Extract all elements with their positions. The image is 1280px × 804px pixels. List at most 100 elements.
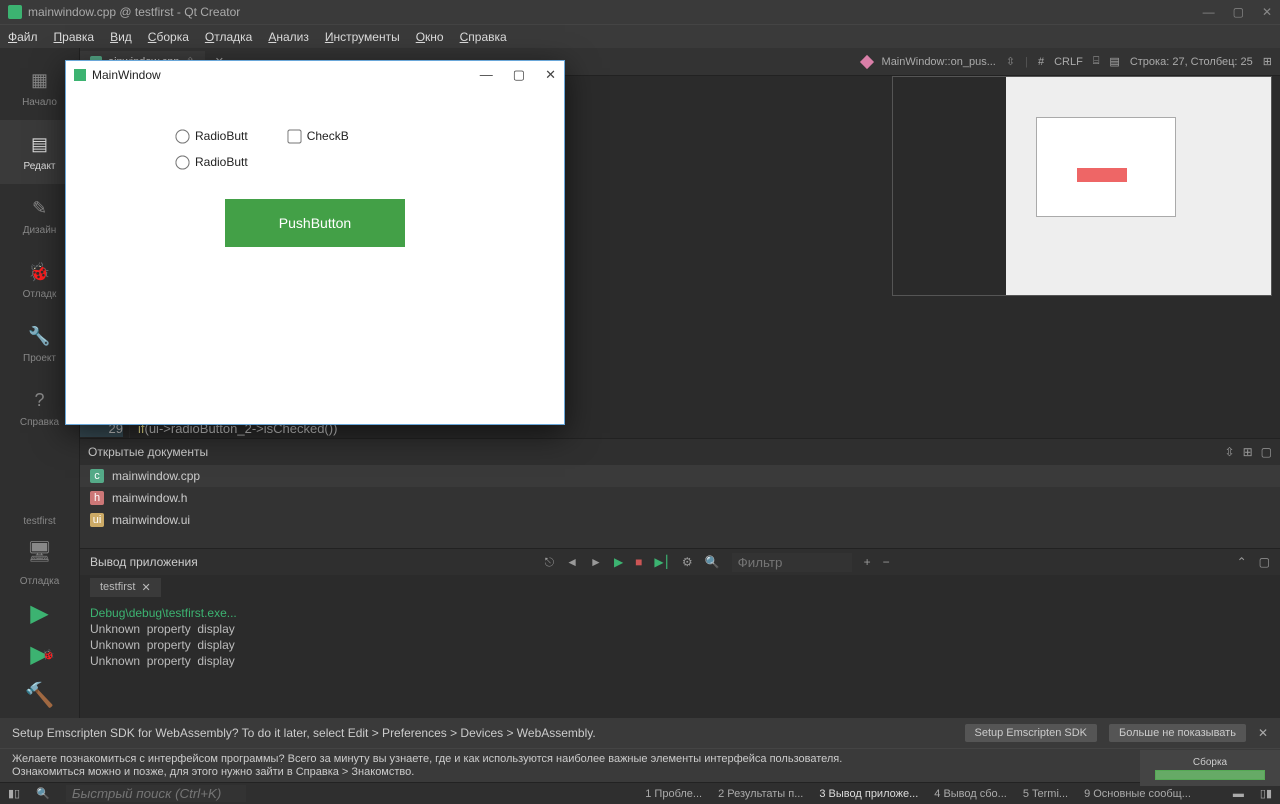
menu-view[interactable]: Вид xyxy=(110,30,132,44)
output-tab-5[interactable]: 5 Termi... xyxy=(1023,788,1068,800)
setup-sdk-button[interactable]: Setup Emscripten SDK xyxy=(965,724,1098,742)
menu-help[interactable]: Справка xyxy=(460,30,507,44)
search-icon: 🔍 xyxy=(36,787,50,800)
output-tab-9[interactable]: 9 Основные сообщ... xyxy=(1084,788,1191,800)
dialog-titlebar[interactable]: MainWindow — ▢ ✕ xyxy=(66,61,564,89)
menu-edit[interactable]: Правка xyxy=(54,30,95,44)
output-title: Вывод приложения xyxy=(90,555,198,569)
remove-icon[interactable]: − xyxy=(883,555,890,569)
attach-icon[interactable]: ⎋ xyxy=(545,555,555,570)
kit-selector: testfirst 🖥 Отладка ▶ ▶🐞 🔨 xyxy=(20,516,60,710)
right-sidebar-toggle-icon[interactable]: ▯▮ xyxy=(1260,787,1272,800)
menu-window[interactable]: Окно xyxy=(416,30,444,44)
breadcrumb[interactable]: MainWindow::on_pus... xyxy=(882,56,996,68)
next-icon[interactable]: ► xyxy=(590,555,602,569)
notice-tour: Желаете познакомиться с интерфейсом прог… xyxy=(0,748,1280,782)
open-doc-row[interactable]: hmainwindow.h xyxy=(80,487,1280,509)
open-docs-title: Открытые документы xyxy=(88,445,208,459)
output-toggle-icon[interactable]: ▬ xyxy=(1233,788,1244,800)
maximize-icon[interactable]: ▢ xyxy=(1233,5,1244,19)
menu-analyze[interactable]: Анализ xyxy=(268,30,309,44)
debug-run-icon[interactable]: ▶🐞 xyxy=(30,640,48,669)
prev-icon[interactable]: ◄ xyxy=(566,555,578,569)
menu-build[interactable]: Сборка xyxy=(148,30,189,44)
file-icon: ui xyxy=(90,513,104,527)
output-tab-4[interactable]: 4 Вывод сбо... xyxy=(934,788,1007,800)
bottom-bar: ▮▯ 🔍 1 Пробле... 2 Результаты п... 3 Вывод… xyxy=(0,782,1280,804)
split-icon[interactable]: ⊞ xyxy=(1263,55,1272,68)
dropdown-icon[interactable]: ⇳ xyxy=(1006,55,1015,68)
mainwindow-dialog: MainWindow — ▢ ✕ RadioButt CheckB RadioB… xyxy=(65,60,565,425)
breakpoint-icon[interactable] xyxy=(859,54,873,68)
wrench-icon: 🔧 xyxy=(28,325,52,349)
dialog-title: MainWindow xyxy=(92,68,161,82)
panel-icon[interactable]: ▤ xyxy=(1109,55,1119,68)
window-controls: — ▢ ✕ xyxy=(1203,5,1272,19)
output-pane: Вывод приложения ⎋ ◄ ► ▶ ■ ▶⎮ ⚙ 🔍 + − ⌃ … xyxy=(80,548,1280,718)
play-icon[interactable]: ▶ xyxy=(614,555,623,569)
search-icon: 🔍 xyxy=(705,555,720,569)
sidebar-toggle-icon[interactable]: ▮▯ xyxy=(8,787,20,800)
close-tab-icon[interactable]: ✕ xyxy=(141,581,150,594)
radio-button-2[interactable]: RadioButt xyxy=(176,155,248,169)
maximize-icon[interactable]: ▢ xyxy=(513,67,525,83)
progress-label: Сборка xyxy=(1193,757,1227,768)
minimap-thumbnail xyxy=(892,76,1272,296)
dont-show-button[interactable]: Больше не показывать xyxy=(1109,724,1246,742)
grid-icon: ▦ xyxy=(28,69,52,93)
collapse-icon[interactable]: ⌃ xyxy=(1237,555,1247,569)
pencil-icon: ✎ xyxy=(28,197,52,221)
qtcreator-icon xyxy=(8,5,22,19)
filter-input[interactable] xyxy=(732,553,852,572)
split-pane-icon[interactable]: ⊞ xyxy=(1243,445,1253,459)
notice-area: Setup Emscripten SDK for WebAssembly? To… xyxy=(0,718,1280,782)
open-doc-row[interactable]: uimainwindow.ui xyxy=(80,509,1280,531)
indent-icon[interactable]: ⌸ xyxy=(1093,55,1100,68)
stop-icon[interactable]: ■ xyxy=(635,555,642,569)
sort-icon[interactable]: ⇳ xyxy=(1225,445,1235,459)
close-notice-icon[interactable]: ✕ xyxy=(1258,726,1268,740)
progress-bar xyxy=(1155,770,1265,780)
help-icon: ? xyxy=(28,389,52,413)
monitor-icon[interactable]: 🖥 xyxy=(27,539,52,564)
bug-icon: 🐞 xyxy=(28,261,52,285)
output-tab-1[interactable]: 1 Пробле... xyxy=(645,788,702,800)
close-icon[interactable]: ✕ xyxy=(545,67,556,83)
menubar: Файл Правка Вид Сборка Отладка Анализ Ин… xyxy=(0,24,1280,48)
output-tab[interactable]: testfirst ✕ xyxy=(90,578,161,597)
notice-emscripten: Setup Emscripten SDK for WebAssembly? To… xyxy=(0,718,1280,748)
notice-text: Setup Emscripten SDK for WebAssembly? To… xyxy=(12,726,953,740)
push-button[interactable]: PushButton xyxy=(225,199,405,247)
titlebar: mainwindow.cpp @ testfirst - Qt Creator … xyxy=(0,0,1280,24)
locator-input[interactable] xyxy=(66,785,246,802)
edit-icon: ▤ xyxy=(28,133,52,157)
step-icon[interactable]: ▶⎮ xyxy=(654,555,669,569)
minimize-icon[interactable]: — xyxy=(480,67,493,83)
file-icon: c xyxy=(90,469,104,483)
close-pane-icon[interactable]: ▢ xyxy=(1261,445,1272,459)
encoding-hash[interactable]: # xyxy=(1038,56,1044,68)
cursor-position: Строка: 27, Столбец: 25 xyxy=(1130,56,1253,68)
qt-icon xyxy=(74,69,86,81)
menu-tools[interactable]: Инструменты xyxy=(325,30,400,44)
close-icon[interactable]: ✕ xyxy=(1262,5,1272,19)
notice-text: Желаете познакомиться с интерфейсом прог… xyxy=(12,753,1147,779)
line-ending[interactable]: CRLF xyxy=(1054,56,1083,68)
radio-button-1[interactable]: RadioButt xyxy=(176,129,248,143)
open-doc-row[interactable]: cmainwindow.cpp xyxy=(80,465,1280,487)
window-title: mainwindow.cpp @ testfirst - Qt Creator xyxy=(28,5,240,19)
menu-file[interactable]: Файл xyxy=(8,30,38,44)
output-tab-2[interactable]: 2 Результаты п... xyxy=(718,788,803,800)
build-icon[interactable]: 🔨 xyxy=(25,681,55,710)
run-icon[interactable]: ▶ xyxy=(30,599,48,628)
menu-debug[interactable]: Отладка xyxy=(205,30,252,44)
output-tab-3[interactable]: 3 Вывод приложе... xyxy=(819,788,918,800)
minimize-icon[interactable]: — xyxy=(1203,5,1215,19)
check-box[interactable]: CheckB xyxy=(288,129,349,143)
maximize-output-icon[interactable]: ▢ xyxy=(1259,555,1270,569)
settings-icon[interactable]: ⚙ xyxy=(682,555,693,569)
kit-name[interactable]: testfirst xyxy=(23,516,55,527)
output-body[interactable]: Debug\debug\testfirst.exe...Unknown prop… xyxy=(80,599,1280,718)
add-icon[interactable]: + xyxy=(864,555,871,569)
build-progress: Сборка xyxy=(1140,750,1280,786)
